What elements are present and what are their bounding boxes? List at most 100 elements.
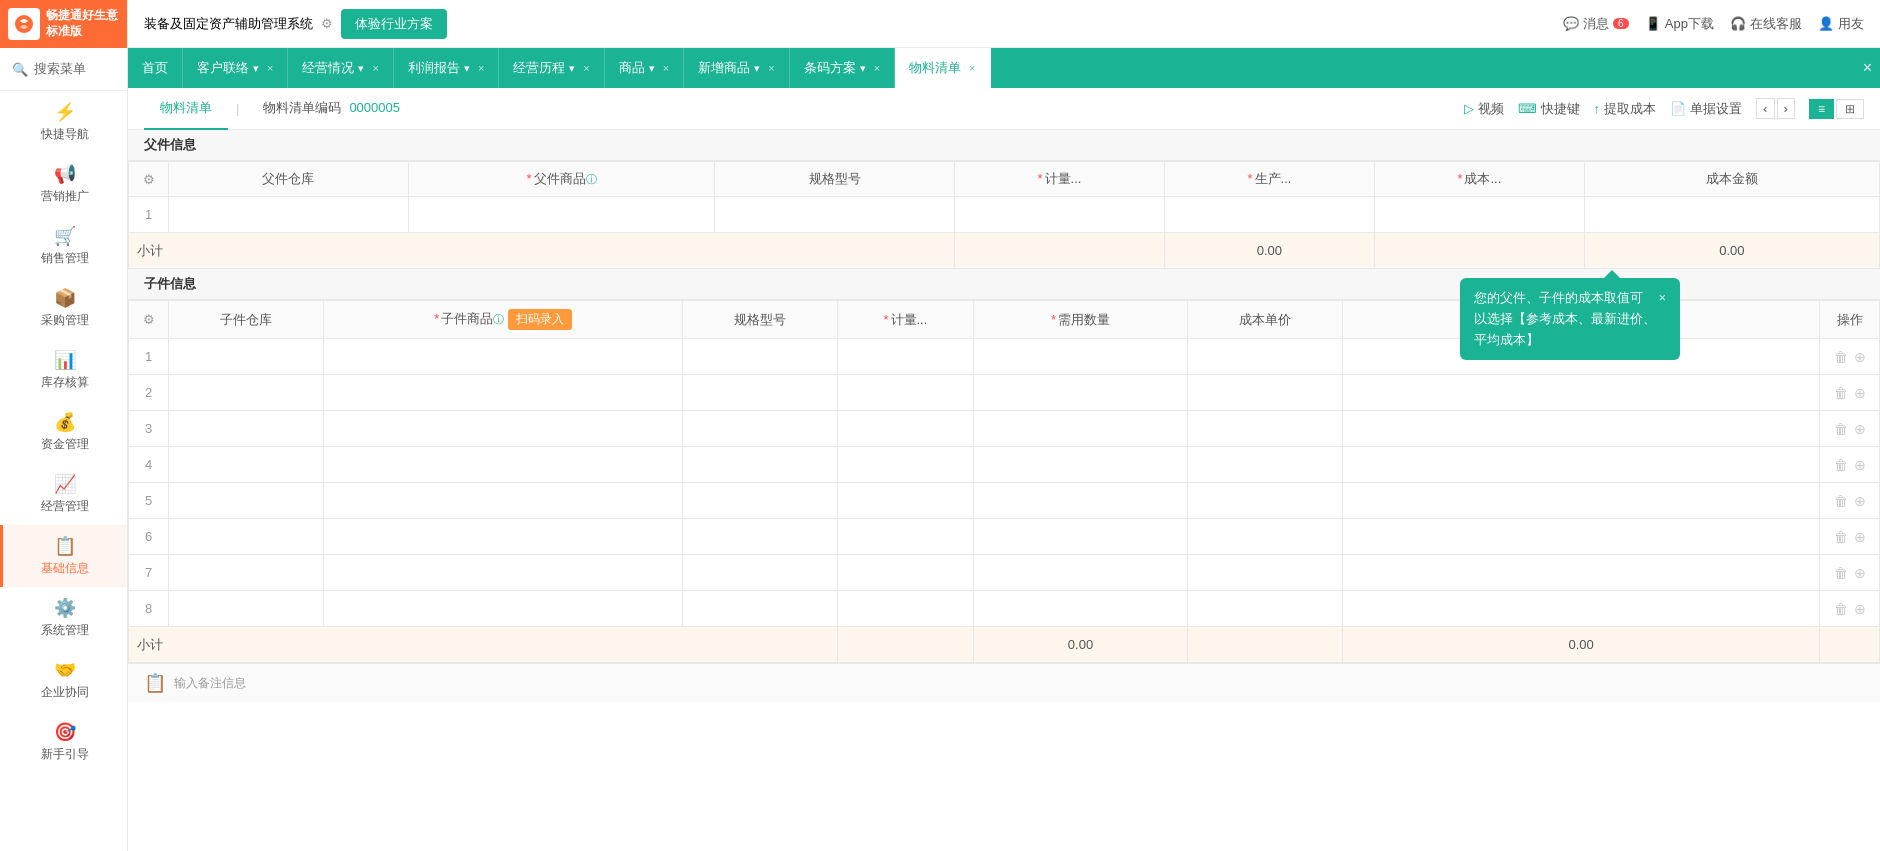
sidebar-item-operations[interactable]: 📈 经营管理 — [0, 463, 127, 525]
sub-tab-bom-list[interactable]: 物料清单 — [144, 88, 228, 130]
copy-icon[interactable]: ⊕ — [1854, 601, 1866, 617]
tab-close-icon[interactable]: × — [874, 62, 880, 74]
tab-close-icon[interactable]: × — [969, 62, 975, 74]
view-video-button[interactable]: ▷ 视频 — [1464, 100, 1504, 118]
sidebar-item-inventory[interactable]: 📊 库存核算 — [0, 339, 127, 401]
next-arrow-button[interactable]: › — [1777, 98, 1795, 119]
parent-col-spec: 规格型号 — [715, 162, 955, 197]
tab-close-icon[interactable]: × — [583, 62, 589, 74]
sidebar-item-marketing[interactable]: 📢 营销推广 — [0, 153, 127, 215]
parent-goods-cell[interactable] — [408, 197, 714, 233]
parent-warehouse-cell[interactable] — [169, 197, 409, 233]
online-service-button[interactable]: 🎧 在线客服 — [1730, 15, 1802, 33]
sidebar-search-container: 🔍 搜索菜单 — [0, 48, 127, 91]
sidebar-item-basic-info[interactable]: 📋 基础信息 — [0, 525, 127, 587]
tab-goods[interactable]: 商品 ▾ × — [605, 48, 684, 88]
tab-close-icon[interactable]: × — [478, 62, 484, 74]
trial-button[interactable]: 体验行业方案 — [341, 9, 447, 39]
copy-icon[interactable]: ⊕ — [1854, 529, 1866, 545]
parent-settings-icon: ⚙ — [143, 172, 155, 187]
quick-nav-icon: ⚡ — [54, 101, 76, 123]
tooltip-close-button[interactable]: × — [1658, 288, 1666, 309]
child-settings-icon: ⚙ — [143, 312, 155, 327]
child-spec-1[interactable] — [683, 339, 838, 375]
basic-info-icon: 📋 — [54, 535, 76, 557]
tab-close-icon[interactable]: × — [663, 62, 669, 74]
tab-profit-report[interactable]: 利润报告 ▾ × — [394, 48, 499, 88]
tab-bom[interactable]: 物料清单 × — [895, 48, 990, 88]
grid-view-button[interactable]: ⊞ — [1836, 99, 1864, 119]
scan-input-button[interactable]: 扫码录入 — [508, 309, 572, 330]
sidebar-item-enterprise[interactable]: 🤝 企业协同 — [0, 649, 127, 711]
copy-icon[interactable]: ⊕ — [1854, 493, 1866, 509]
tab-customer[interactable]: 客户联络 ▾ × — [183, 48, 288, 88]
delete-icon[interactable]: 🗑 — [1834, 493, 1848, 509]
sidebar-item-finance[interactable]: 💰 资金管理 — [0, 401, 127, 463]
sidebar-item-system[interactable]: ⚙️ 系统管理 — [0, 587, 127, 649]
sidebar-item-purchase[interactable]: 📦 采购管理 — [0, 277, 127, 339]
sub-tab-bom-code[interactable]: 物料清单编码 0000005 — [247, 88, 416, 130]
delete-icon[interactable]: 🗑 — [1834, 565, 1848, 581]
tab-home[interactable]: 首页 — [128, 48, 183, 88]
tab-close-icon[interactable]: × — [267, 62, 273, 74]
sidebar-item-guide[interactable]: 🎯 新手引导 — [0, 711, 127, 773]
close-all-icon: × — [1863, 59, 1872, 77]
parent-produce-cell[interactable] — [1164, 197, 1374, 233]
purchase-icon: 📦 — [54, 287, 76, 309]
table-row: 7 🗑⊕ — [129, 555, 1880, 591]
parent-col-warehouse: 父件仓库 — [169, 162, 409, 197]
copy-icon[interactable]: ⊕ — [1854, 565, 1866, 581]
parent-unit-cell[interactable] — [955, 197, 1165, 233]
copy-icon[interactable]: ⊕ — [1854, 385, 1866, 401]
page-area: 物料清单 | 物料清单编码 0000005 ▷ 视频 ⌨ 快捷键 ↑ 提取 — [128, 88, 1880, 851]
child-col-action: 操作 — [1820, 301, 1880, 339]
app-download-button[interactable]: 📱 App下载 — [1645, 15, 1714, 33]
sidebar-item-quick-nav[interactable]: ⚡ 快捷导航 — [0, 91, 127, 153]
delete-icon[interactable]: 🗑 — [1834, 349, 1848, 365]
operations-icon: 📈 — [54, 473, 76, 495]
child-col-settings[interactable]: ⚙ — [129, 301, 169, 339]
tab-close-all[interactable]: × — [1855, 59, 1880, 77]
settings-gear-button[interactable]: ⚙ — [321, 16, 333, 31]
tab-operations-status[interactable]: 经营情况 ▾ × — [288, 48, 393, 88]
table-row: 6 🗑⊕ — [129, 519, 1880, 555]
copy-icon[interactable]: ⊕ — [1854, 457, 1866, 473]
parent-cost-cell[interactable] — [1374, 197, 1584, 233]
delete-icon[interactable]: 🗑 — [1834, 457, 1848, 473]
extract-cost-button[interactable]: ↑ 提取成本 — [1594, 100, 1657, 118]
tab-operations-history[interactable]: 经营历程 ▾ × — [499, 48, 604, 88]
app-download-icon: 📱 — [1645, 16, 1661, 31]
top-bar: 装备及固定资产辅助管理系统 ⚙ 体验行业方案 💬 消息 6 📱 App下载 🎧 … — [128, 0, 1880, 48]
copy-icon[interactable]: ⊕ — [1854, 421, 1866, 437]
list-view-button[interactable]: ≡ — [1809, 99, 1834, 119]
parent-col-unit: *计量... — [955, 162, 1165, 197]
user-avatar-icon: 👤 — [1818, 16, 1834, 31]
prev-arrow-button[interactable]: ‹ — [1756, 98, 1774, 119]
sidebar-item-sales[interactable]: 🛒 销售管理 — [0, 215, 127, 277]
child-unit-price-1[interactable] — [1188, 339, 1343, 375]
tab-barcode[interactable]: 条码方案 ▾ × — [790, 48, 895, 88]
delete-icon[interactable]: 🗑 — [1834, 529, 1848, 545]
child-qty-1[interactable] — [973, 339, 1188, 375]
shortcut-button[interactable]: ⌨ 快捷键 — [1518, 100, 1580, 118]
copy-icon[interactable]: ⊕ — [1854, 349, 1866, 365]
message-button[interactable]: 💬 消息 6 — [1563, 15, 1629, 33]
child-unit-1[interactable] — [838, 339, 974, 375]
delete-icon[interactable]: 🗑 — [1834, 421, 1848, 437]
tab-add-goods[interactable]: 新增商品 ▾ × — [684, 48, 789, 88]
search-menu-button[interactable]: 🔍 搜索菜单 — [8, 56, 119, 82]
parent-spec-cell[interactable] — [715, 197, 955, 233]
parent-col-produce: *生产... — [1164, 162, 1374, 197]
delete-icon[interactable]: 🗑 — [1834, 601, 1848, 617]
parent-col-settings[interactable]: ⚙ — [129, 162, 169, 197]
delete-icon[interactable]: 🗑 — [1834, 385, 1848, 401]
system-icon: ⚙️ — [54, 597, 76, 619]
child-goods-1[interactable] — [323, 339, 682, 375]
table-row: 3 🗑⊕ — [129, 411, 1880, 447]
tab-close-icon[interactable]: × — [768, 62, 774, 74]
tab-close-icon[interactable]: × — [372, 62, 378, 74]
nav-arrows-group: ‹ › — [1756, 98, 1795, 119]
single-settings-button[interactable]: 📄 单据设置 — [1670, 100, 1742, 118]
user-button[interactable]: 👤 用友 — [1818, 15, 1864, 33]
child-warehouse-1[interactable] — [169, 339, 324, 375]
